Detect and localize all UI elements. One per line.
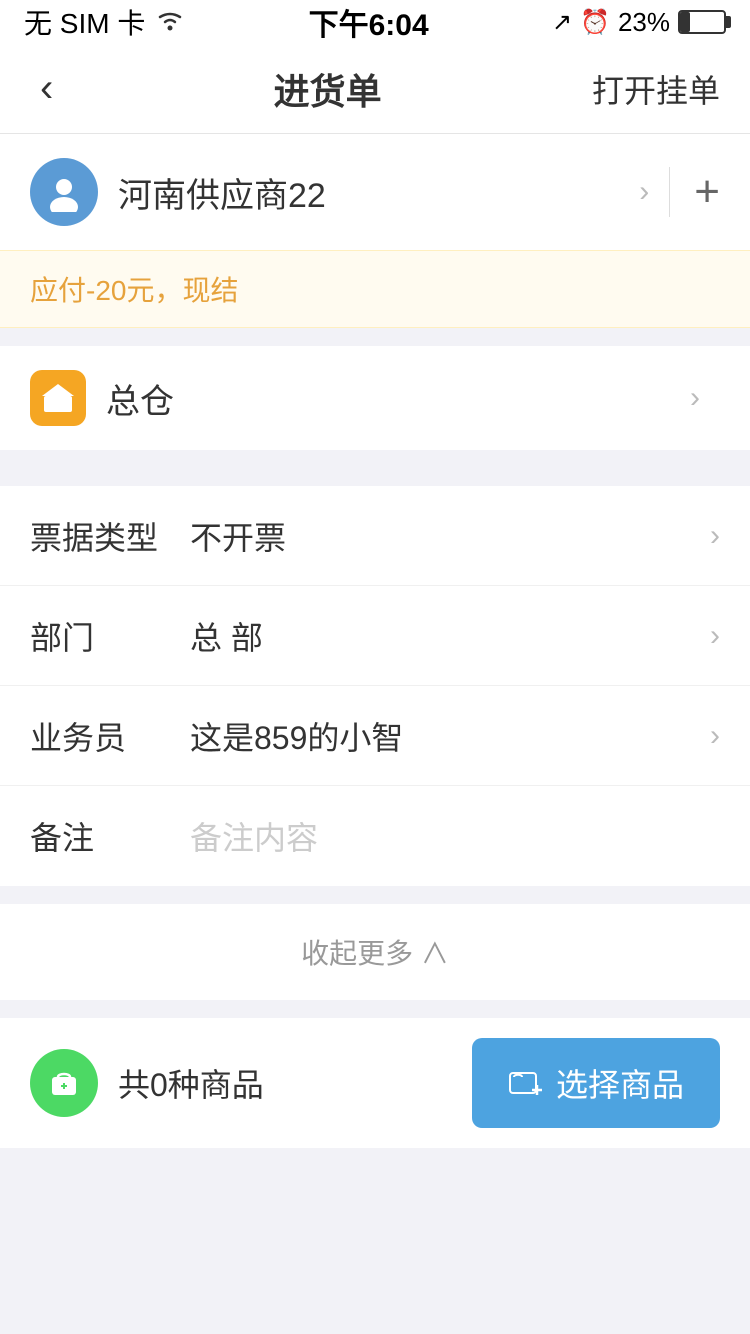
alarm-icon: ⏰ <box>580 8 610 37</box>
warehouse-chevron-icon: › <box>690 381 700 415</box>
ticket-type-label: 票据类型 <box>30 513 190 559</box>
remark-row[interactable]: 备注 备注内容 <box>0 786 750 886</box>
gap1 <box>0 328 750 346</box>
staff-chevron-icon: › <box>710 719 720 753</box>
supplier-row[interactable]: 河南供应商22 › + <box>0 134 750 250</box>
ticket-chevron-icon: › <box>710 519 720 553</box>
staff-label: 业务员 <box>30 713 190 759</box>
select-product-button[interactable]: 选择商品 <box>472 1038 720 1128</box>
location-icon: ↗ <box>552 8 572 37</box>
warehouse-section[interactable]: 总仓 › <box>0 346 750 450</box>
battery-icon <box>678 10 726 34</box>
dept-row[interactable]: 部门 总 部 › <box>0 586 750 686</box>
warehouse-icon <box>30 370 86 426</box>
warehouse-row[interactable]: 总仓 › <box>0 346 750 450</box>
supplier-name: 河南供应商22 <box>118 168 639 217</box>
form-section: 票据类型 不开票 › 部门 总 部 › 业务员 这是859的小智 › 备注 备注… <box>0 486 750 886</box>
ticket-type-row[interactable]: 票据类型 不开票 › <box>0 486 750 586</box>
open-pending-button[interactable]: 打开挂单 <box>592 66 720 112</box>
supplier-chevron-icon: › <box>639 175 649 209</box>
collapse-label: 收起更多 ∧ <box>301 932 449 972</box>
dept-value: 总 部 <box>190 613 710 659</box>
gap2 <box>0 468 750 486</box>
add-supplier-button[interactable]: + <box>694 170 720 214</box>
remark-label: 备注 <box>30 813 190 859</box>
status-bar: 无 SIM 卡 下午6:04 ↗ ⏰ 23% <box>0 0 750 44</box>
notice-banner: 应付-20元，现结 <box>0 250 750 328</box>
content-area: 河南供应商22 › + 应付-20元，现结 总仓 › 票据类型 <box>0 134 750 1148</box>
product-bar: 共0种商品 选择商品 <box>0 1018 750 1148</box>
supplier-section: 河南供应商22 › + 应付-20元，现结 <box>0 134 750 328</box>
dept-label: 部门 <box>30 613 190 659</box>
supplier-divider <box>669 167 670 217</box>
select-btn-label: 选择商品 <box>556 1060 684 1106</box>
notice-text: 应付-20元，现结 <box>30 275 238 306</box>
dept-chevron-icon: › <box>710 619 720 653</box>
status-right: ↗ ⏰ 23% <box>552 7 726 38</box>
nav-bar: ‹ 进货单 打开挂单 <box>0 44 750 134</box>
product-count: 共0种商品 <box>118 1060 452 1106</box>
page-title: 进货单 <box>274 63 382 115</box>
wifi-icon <box>155 6 185 38</box>
status-time: 下午6:04 <box>309 0 429 44</box>
warehouse-name: 总仓 <box>106 374 690 423</box>
ticket-type-value: 不开票 <box>190 513 710 559</box>
collapse-row[interactable]: 收起更多 ∧ <box>0 904 750 1000</box>
battery-text: 23% <box>618 7 670 38</box>
staff-value: 这是859的小智 <box>190 713 710 759</box>
remark-input[interactable]: 备注内容 <box>190 813 720 859</box>
supplier-avatar <box>30 158 98 226</box>
status-left: 无 SIM 卡 <box>24 2 185 42</box>
product-icon <box>30 1049 98 1117</box>
staff-row[interactable]: 业务员 这是859的小智 › <box>0 686 750 786</box>
back-button[interactable]: ‹ <box>30 56 63 121</box>
carrier-text: 无 SIM 卡 <box>24 2 145 42</box>
